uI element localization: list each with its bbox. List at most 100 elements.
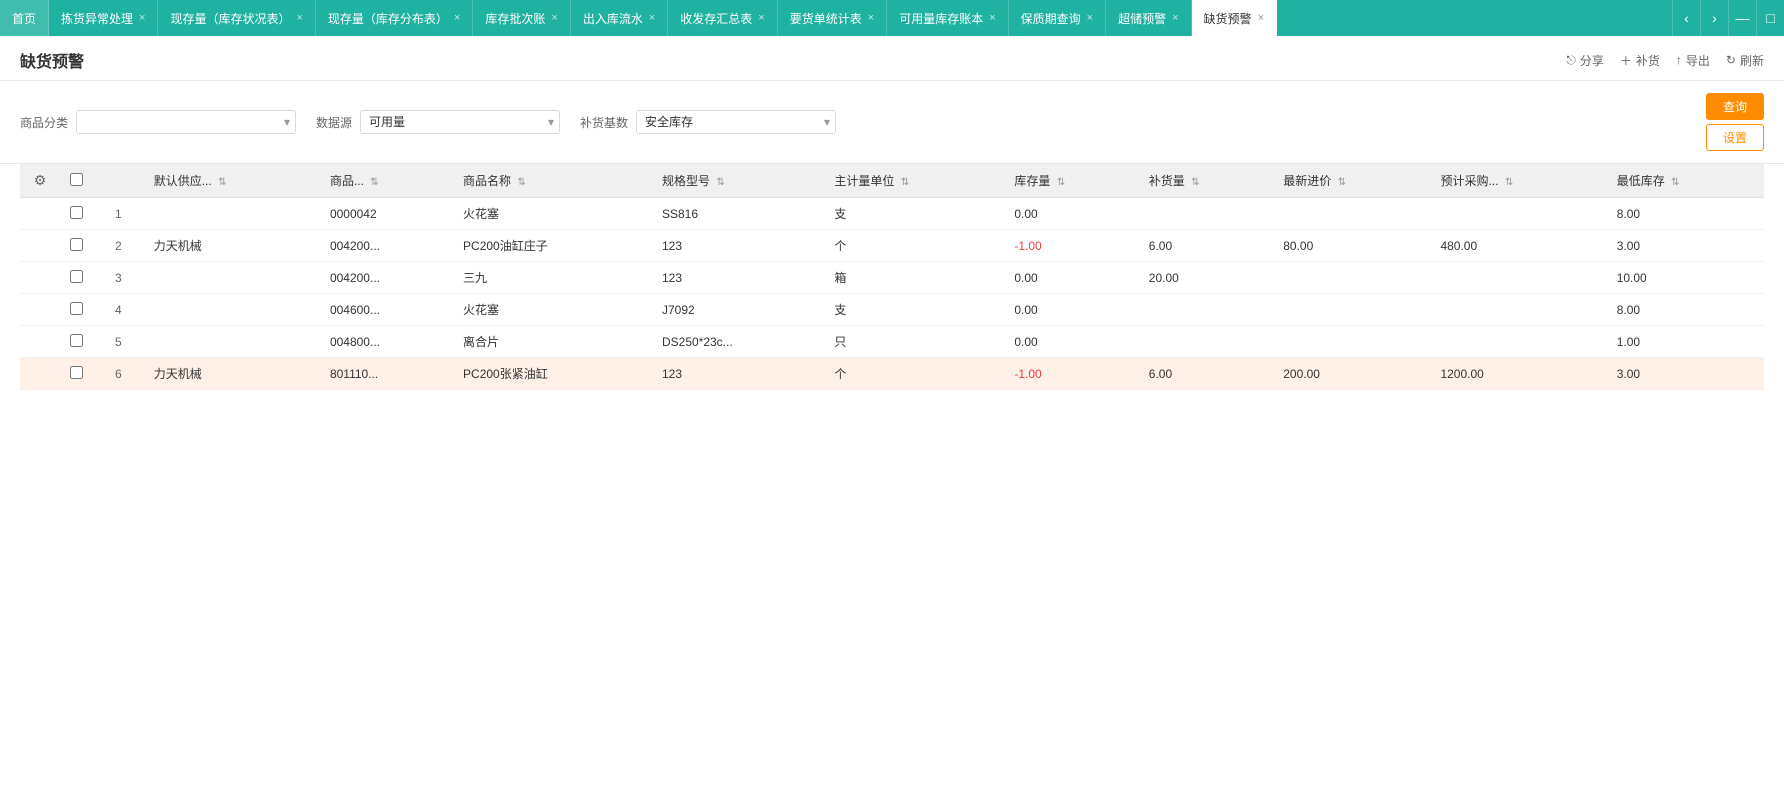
- tab-picking[interactable]: 拣货异常处理 ×: [49, 0, 158, 36]
- replenish-base-filter-group: 补货基数 安全库存: [580, 110, 836, 134]
- row-replenish: [1139, 326, 1273, 358]
- tab-inventory-status[interactable]: 现存量（库存状况表） ×: [158, 0, 315, 36]
- datasource-filter-group: 数据源 可用量: [316, 110, 560, 134]
- tab-home[interactable]: 首页: [0, 0, 49, 36]
- row-checkbox-2[interactable]: [70, 238, 83, 251]
- row-supplier: [144, 326, 320, 358]
- column-settings-icon[interactable]: ⚙: [34, 172, 47, 188]
- row-spec: J7092: [652, 294, 824, 326]
- row-spec: SS816: [652, 198, 824, 230]
- supplier-sort-icon[interactable]: ⇅: [218, 177, 226, 188]
- tab-close-batch[interactable]: ×: [551, 12, 557, 24]
- row-latest-price: [1273, 294, 1430, 326]
- row-checkbox-1[interactable]: [70, 206, 83, 219]
- tab-close-available[interactable]: ×: [989, 12, 995, 24]
- row-replenish: [1139, 198, 1273, 230]
- tab-requisition[interactable]: 要货单统计表 ×: [778, 0, 887, 36]
- tab-close-shortage[interactable]: ×: [1258, 12, 1264, 24]
- col-replenish: 补货量 ⇅: [1139, 164, 1273, 198]
- replenish-base-select-wrapper: 安全库存: [636, 110, 836, 134]
- min-stock-sort-icon[interactable]: ⇅: [1671, 177, 1679, 188]
- row-checkbox-3[interactable]: [70, 270, 83, 283]
- tab-flow[interactable]: 出入库流水 ×: [571, 0, 668, 36]
- col-estimated-purchase: 预计采购... ⇅: [1430, 164, 1606, 198]
- refresh-icon: ↻: [1726, 53, 1736, 67]
- row-spec: 123: [652, 358, 824, 390]
- replenish-base-select[interactable]: 安全库存: [636, 110, 836, 134]
- row-number: 4: [93, 294, 144, 326]
- row-product-name: 三九: [453, 262, 652, 294]
- row-checkbox-cell: [60, 230, 93, 262]
- tab-nav-prev[interactable]: ‹: [1672, 0, 1700, 36]
- export-button[interactable]: ↑ 导出: [1676, 52, 1710, 69]
- stock-sort-icon[interactable]: ⇅: [1057, 177, 1065, 188]
- tab-nav-next[interactable]: ›: [1700, 0, 1728, 36]
- row-stock: 0.00: [1004, 326, 1138, 358]
- tab-overstock[interactable]: 超储预警 ×: [1106, 0, 1191, 36]
- tab-close-flow[interactable]: ×: [649, 12, 655, 24]
- datasource-select[interactable]: 可用量: [360, 110, 560, 134]
- row-estimated-purchase: 480.00: [1430, 230, 1606, 262]
- query-button[interactable]: 查询: [1706, 93, 1764, 120]
- row-replenish: 6.00: [1139, 358, 1273, 390]
- tab-summary[interactable]: 收发存汇总表 ×: [668, 0, 777, 36]
- table-row: 4 004600... 火花塞 J7092 支 0.00 8.00: [20, 294, 1764, 326]
- product-code-sort-icon[interactable]: ⇅: [370, 177, 378, 188]
- row-unit: 只: [824, 326, 1004, 358]
- spec-sort-icon[interactable]: ⇅: [716, 177, 724, 188]
- refresh-button[interactable]: ↻ 刷新: [1726, 52, 1764, 69]
- row-min-stock: 3.00: [1607, 358, 1764, 390]
- row-checkbox-cell: [60, 198, 93, 230]
- tab-shortage[interactable]: 缺货预警 ×: [1192, 0, 1277, 36]
- replenish-icon: ＋: [1620, 52, 1632, 69]
- row-min-stock: 1.00: [1607, 326, 1764, 358]
- row-checkbox-4[interactable]: [70, 302, 83, 315]
- row-replenish: [1139, 294, 1273, 326]
- row-checkbox-cell: [60, 262, 93, 294]
- row-stock: 0.00: [1004, 294, 1138, 326]
- row-gear-cell: [20, 198, 60, 230]
- tab-expiry[interactable]: 保质期查询 ×: [1009, 0, 1106, 36]
- tab-inventory-dist[interactable]: 现存量（库存分布表） ×: [316, 0, 473, 36]
- category-select[interactable]: [76, 110, 296, 134]
- row-min-stock: 3.00: [1607, 230, 1764, 262]
- row-number: 5: [93, 326, 144, 358]
- filter-actions: 查询 设置: [1706, 93, 1764, 151]
- settings-button[interactable]: 设置: [1706, 124, 1764, 151]
- col-product-name: 商品名称 ⇅: [453, 164, 652, 198]
- row-product-name: 火花塞: [453, 294, 652, 326]
- estimated-sort-icon[interactable]: ⇅: [1505, 177, 1513, 188]
- tab-available[interactable]: 可用量库存账本 ×: [887, 0, 1008, 36]
- row-product-name: 离合片: [453, 326, 652, 358]
- row-estimated-purchase: [1430, 262, 1606, 294]
- row-latest-price: 80.00: [1273, 230, 1430, 262]
- row-spec: 123: [652, 262, 824, 294]
- row-checkbox-cell: [60, 358, 93, 390]
- select-all-checkbox[interactable]: [70, 173, 83, 186]
- tab-close-overstock[interactable]: ×: [1172, 12, 1178, 24]
- latest-price-sort-icon[interactable]: ⇅: [1338, 177, 1346, 188]
- row-checkbox-6[interactable]: [70, 366, 83, 379]
- product-name-sort-icon[interactable]: ⇅: [517, 177, 525, 188]
- tab-batch-account[interactable]: 库存批次账 ×: [473, 0, 570, 36]
- tab-close-expiry[interactable]: ×: [1087, 12, 1093, 24]
- unit-sort-icon[interactable]: ⇅: [901, 177, 909, 188]
- table-body: 1 0000042 火花塞 SS816 支 0.00 8.00 2 力天机械 0…: [20, 198, 1764, 390]
- tab-nav-minimize[interactable]: —: [1728, 0, 1756, 36]
- tab-close-summary[interactable]: ×: [758, 12, 764, 24]
- row-estimated-purchase: [1430, 326, 1606, 358]
- tab-close-inv-dist[interactable]: ×: [454, 12, 460, 24]
- replenish-sort-icon[interactable]: ⇅: [1191, 177, 1199, 188]
- tab-close-req[interactable]: ×: [868, 12, 874, 24]
- share-button[interactable]: ⎋ 分享: [1566, 52, 1604, 69]
- row-checkbox-5[interactable]: [70, 334, 83, 347]
- row-product-code: 0000042: [320, 198, 453, 230]
- tab-nav-maximize[interactable]: □: [1756, 0, 1784, 36]
- row-checkbox-cell: [60, 326, 93, 358]
- row-product-name: 火花塞: [453, 198, 652, 230]
- tab-close-picking[interactable]: ×: [139, 12, 145, 24]
- row-latest-price: 200.00: [1273, 358, 1430, 390]
- replenish-button[interactable]: ＋ 补货: [1620, 52, 1660, 69]
- page-title: 缺货预警: [20, 48, 84, 72]
- tab-close-inv-status[interactable]: ×: [296, 12, 302, 24]
